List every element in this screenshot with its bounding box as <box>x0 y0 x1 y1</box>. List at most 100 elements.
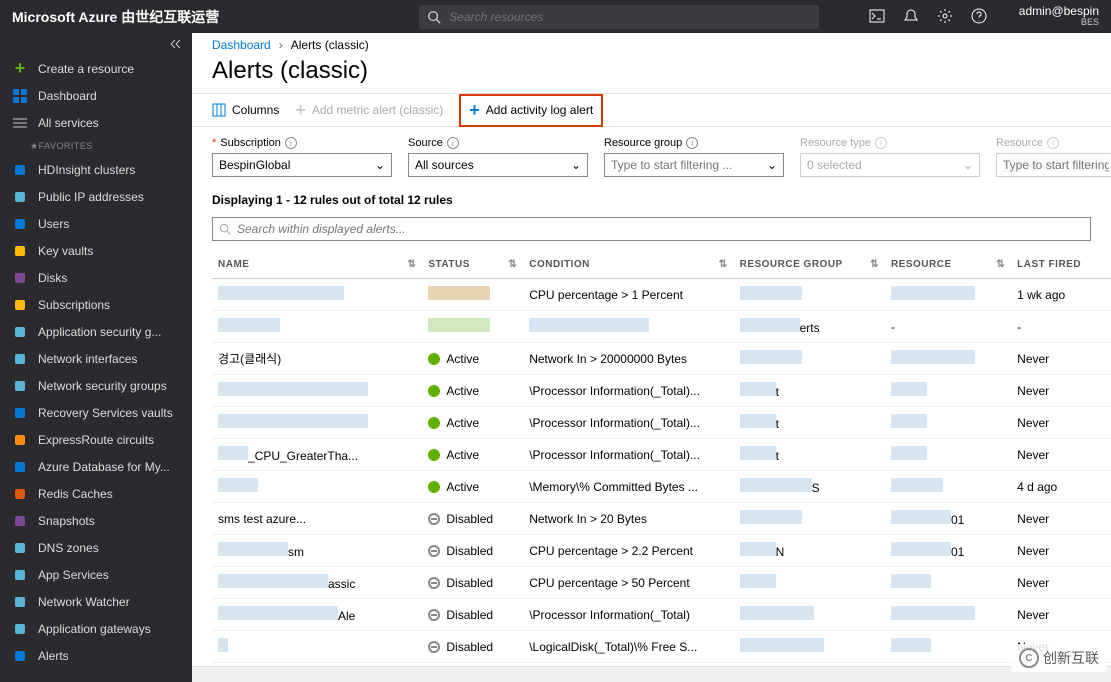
sidebar-item[interactable]: Subscriptions <box>0 291 192 318</box>
subscription-select[interactable]: BespinGlobal⌄ <box>212 153 392 177</box>
dashboard-icon <box>12 88 28 104</box>
sidebar-item[interactable]: HDInsight clusters <box>0 156 192 183</box>
sidebar-dashboard[interactable]: Dashboard <box>0 82 192 109</box>
sidebar-item[interactable]: ExpressRoute circuits <box>0 426 192 453</box>
sidebar-item[interactable]: Snapshots <box>0 507 192 534</box>
plus-icon: + <box>12 61 28 77</box>
table-row[interactable]: 경고(클래식) Active Network In > 20000000 Byt… <box>212 343 1111 375</box>
chevron-down-icon: ⌄ <box>571 158 581 172</box>
search-alerts[interactable] <box>212 217 1091 241</box>
cell-condition: \Processor Information(_Total) <box>523 599 733 631</box>
col-condition[interactable]: CONDITION⇅ <box>523 251 733 279</box>
sidebar-item[interactable]: Azure Database for My... <box>0 453 192 480</box>
page-title: Alerts (classic) <box>192 57 1111 93</box>
logo-mark-icon: C <box>1019 648 1039 668</box>
table-row[interactable]: Active \Memory\% Committed Bytes ... S 4… <box>212 471 1111 503</box>
alerts-table-container[interactable]: NAME⇅ STATUS⇅ CONDITION⇅ RESOURCE GROUP⇅… <box>212 251 1111 666</box>
sidebar-item[interactable]: Key vaults <box>0 237 192 264</box>
resource-type-select: 0 selected⌄ <box>800 153 980 177</box>
sidebar-item[interactable]: Application gateways <box>0 615 192 642</box>
settings-icon[interactable] <box>937 8 953 24</box>
cell-resource-group: N <box>734 535 885 567</box>
cell-condition: CPU percentage > 2.2 Percent <box>523 535 733 567</box>
sidebar-item[interactable]: Public IP addresses <box>0 183 192 210</box>
sidebar-item[interactable]: Disks <box>0 264 192 291</box>
sort-icon: ⇅ <box>719 259 728 270</box>
table-row[interactable]: _CPU_GreaterTha... Active \Processor Inf… <box>212 439 1111 471</box>
cell-name: Ale <box>212 599 422 631</box>
cell-status: Active <box>422 343 523 375</box>
sidebar-item-label: Network security groups <box>38 379 167 393</box>
add-activity-button[interactable]: + Add activity log alert <box>459 94 603 127</box>
sidebar-item[interactable]: DNS zones <box>0 534 192 561</box>
sidebar-all-services[interactable]: All services <box>0 109 192 136</box>
sidebar: + Create a resource Dashboard All servic… <box>0 33 192 682</box>
notifications-icon[interactable] <box>903 8 919 24</box>
cell-resource <box>885 439 1011 471</box>
sidebar-item[interactable]: Redis Caches <box>0 480 192 507</box>
service-icon <box>12 324 28 340</box>
sidebar-collapse[interactable] <box>0 33 192 55</box>
sidebar-item[interactable]: Alerts <box>0 642 192 669</box>
table-row[interactable]: sms test azure... Disabled Network In > … <box>212 503 1111 535</box>
sidebar-item[interactable]: Network security groups <box>0 372 192 399</box>
global-search-input[interactable] <box>449 10 811 24</box>
info-icon[interactable]: i <box>686 137 698 149</box>
sidebar-item-label: Redis Caches <box>38 487 113 501</box>
col-name[interactable]: NAME⇅ <box>212 251 422 279</box>
plus-icon: + <box>295 100 306 121</box>
cell-resource <box>885 279 1011 311</box>
sidebar-item-label: All services <box>38 116 99 130</box>
table-row[interactable]: CPU percentage > 1 Percent 1 wk ago <box>212 279 1111 311</box>
sidebar-item[interactable]: Recovery Services vaults <box>0 399 192 426</box>
help-icon[interactable] <box>971 8 987 24</box>
sidebar-item[interactable]: Application security g... <box>0 318 192 345</box>
breadcrumb: Dashboard › Alerts (classic) <box>192 33 1111 57</box>
sidebar-item[interactable]: App Services <box>0 561 192 588</box>
breadcrumb-dashboard[interactable]: Dashboard <box>212 38 271 52</box>
cell-status: Disabled <box>422 599 523 631</box>
info-icon[interactable]: i <box>285 137 297 149</box>
sidebar-item-label: Network Watcher <box>38 595 130 609</box>
columns-icon <box>212 103 226 117</box>
cell-resource-group <box>734 503 885 535</box>
service-icon <box>12 378 28 394</box>
cell-last-fired: Never <box>1011 343 1111 375</box>
col-resource-group[interactable]: RESOURCE GROUP⇅ <box>734 251 885 279</box>
col-last-fired[interactable]: LAST FIRED <box>1011 251 1111 279</box>
sort-icon: ⇅ <box>508 259 517 270</box>
cell-condition: CPU percentage > 1 Percent <box>523 279 733 311</box>
info-icon[interactable]: i <box>447 137 459 149</box>
service-icon <box>12 648 28 664</box>
sidebar-item-label: Create a resource <box>38 62 134 76</box>
user-block[interactable]: admin@bespin BES <box>1019 5 1099 28</box>
table-row[interactable]: Active \Processor Information(_Total)...… <box>212 375 1111 407</box>
sidebar-item[interactable]: Network interfaces <box>0 345 192 372</box>
table-row[interactable]: sm Disabled CPU percentage > 2.2 Percent… <box>212 535 1111 567</box>
table-row[interactable]: assic Disabled CPU percentage > 50 Perce… <box>212 567 1111 599</box>
cell-resource-group: t <box>734 439 885 471</box>
resource-group-select[interactable]: ⌄ <box>604 153 784 177</box>
columns-button[interactable]: Columns <box>212 103 279 117</box>
sort-icon: ⇅ <box>407 259 416 270</box>
source-select[interactable]: All sources⌄ <box>408 153 588 177</box>
col-status[interactable]: STATUS⇅ <box>422 251 523 279</box>
cell-status <box>422 279 523 311</box>
global-search[interactable] <box>419 5 819 29</box>
col-resource[interactable]: RESOURCE⇅ <box>885 251 1011 279</box>
search-alerts-input[interactable] <box>237 222 1084 236</box>
sidebar-item[interactable]: Network Watcher <box>0 588 192 615</box>
cell-condition: \Processor Information(_Total)... <box>523 375 733 407</box>
sidebar-item[interactable]: Users <box>0 210 192 237</box>
table-row[interactable]: Ale Disabled \Processor Information(_Tot… <box>212 599 1111 631</box>
table-row[interactable]: Active \Processor Information(_Total)...… <box>212 407 1111 439</box>
service-icon <box>12 162 28 178</box>
sidebar-item-label: Public IP addresses <box>38 190 144 204</box>
sidebar-create-resource[interactable]: + Create a resource <box>0 55 192 82</box>
cell-condition: \Processor Information(_Total)... <box>523 407 733 439</box>
table-row[interactable]: erts - - <box>212 311 1111 343</box>
table-row[interactable]: Disabled \LogicalDisk(_Total)\% Free S..… <box>212 631 1111 663</box>
cell-name: assic <box>212 567 422 599</box>
horizontal-scrollbar[interactable] <box>192 666 1111 682</box>
shell-icon[interactable] <box>869 8 885 24</box>
